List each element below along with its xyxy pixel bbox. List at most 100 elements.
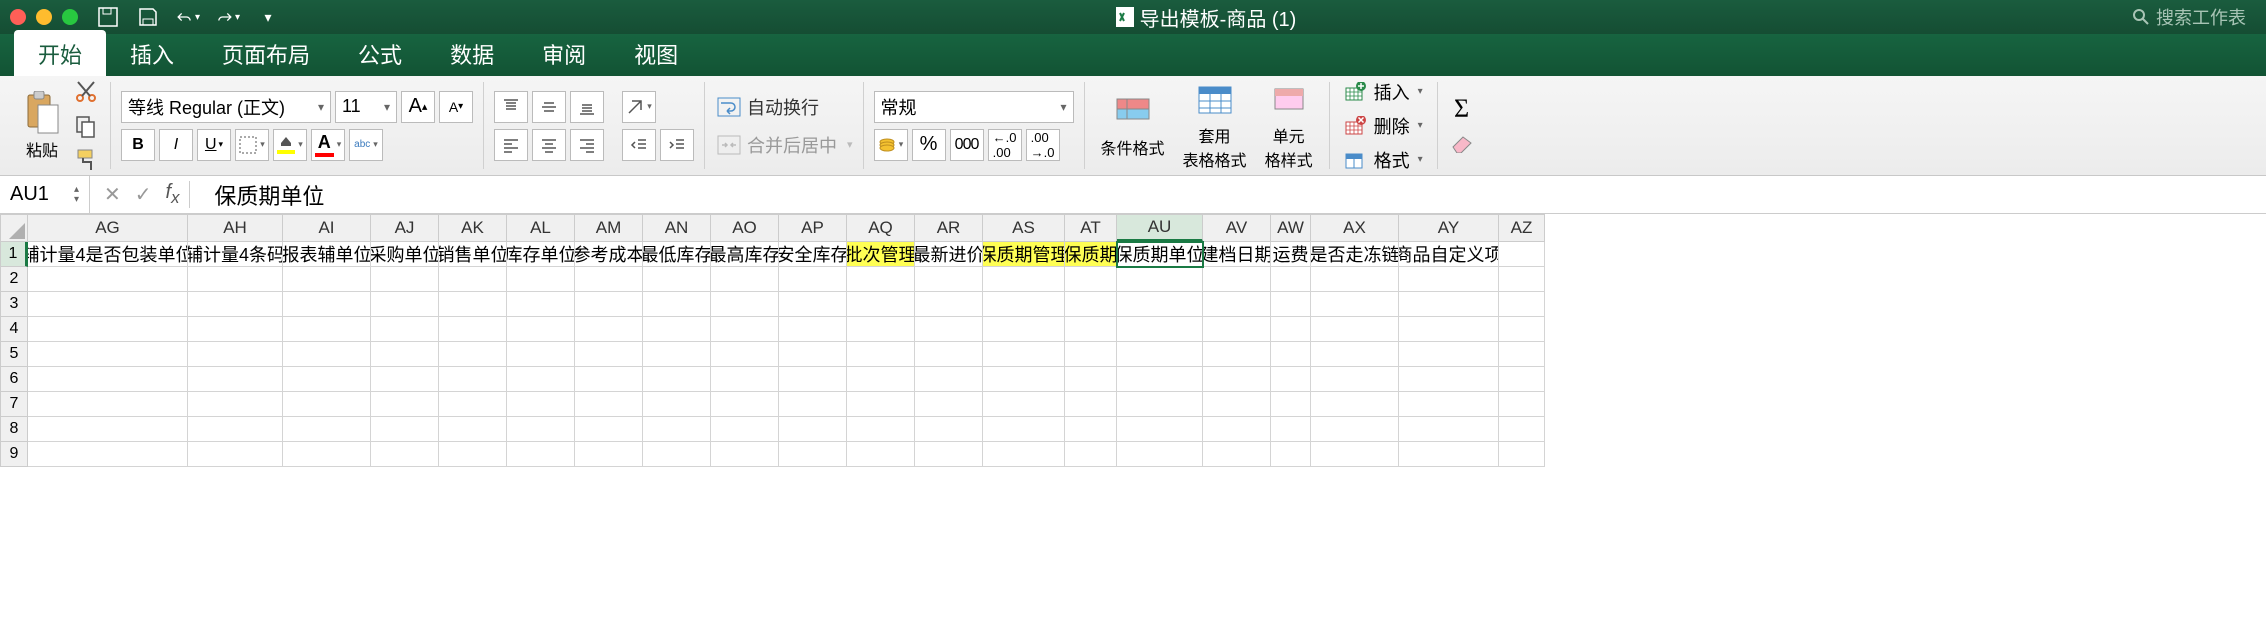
cell-AH7[interactable] [188,392,283,417]
cell-AT4[interactable] [1065,317,1117,342]
column-header-AZ[interactable]: AZ [1499,214,1545,242]
cell-AS3[interactable] [983,292,1065,317]
cell-AJ9[interactable] [371,442,439,467]
cell-AU8[interactable] [1117,417,1203,442]
cell-AG5[interactable] [28,342,188,367]
cell-AL9[interactable] [507,442,575,467]
cell-AS6[interactable] [983,367,1065,392]
cell-AZ9[interactable] [1499,442,1545,467]
cell-AG7[interactable] [28,392,188,417]
cell-AK2[interactable] [439,267,507,292]
row-header-6[interactable]: 6 [0,367,28,392]
cell-AJ2[interactable] [371,267,439,292]
cell-AR7[interactable] [915,392,983,417]
cell-AN4[interactable] [643,317,711,342]
tab-数据[interactable]: 数据 [426,30,518,76]
cell-AN9[interactable] [643,442,711,467]
cell-AV9[interactable] [1203,442,1271,467]
cell-AJ3[interactable] [371,292,439,317]
cell-AX8[interactable] [1311,417,1399,442]
cell-AY6[interactable] [1399,367,1499,392]
cell-AJ8[interactable] [371,417,439,442]
cell-AV8[interactable] [1203,417,1271,442]
cell-AW1[interactable]: 运费 [1271,242,1311,267]
cell-AR2[interactable] [915,267,983,292]
cell-AS9[interactable] [983,442,1065,467]
cell-AV3[interactable] [1203,292,1271,317]
cell-AU9[interactable] [1117,442,1203,467]
cell-AK9[interactable] [439,442,507,467]
decrease-indent-icon[interactable] [622,129,656,161]
cell-AV4[interactable] [1203,317,1271,342]
eraser-icon[interactable] [1448,129,1476,157]
search-sheet[interactable]: 搜索工作表 [2132,4,2256,30]
cell-AW5[interactable] [1271,342,1311,367]
cell-AY8[interactable] [1399,417,1499,442]
cell-AI7[interactable] [283,392,371,417]
cell-AI1[interactable]: 报表辅单位 [283,242,371,267]
insert-cells-button[interactable]: 插入▾ [1340,77,1427,107]
cell-AO9[interactable] [711,442,779,467]
column-header-AW[interactable]: AW [1271,214,1311,242]
increase-decimal-icon[interactable]: ←.0.00 [988,129,1022,161]
cell-AK1[interactable]: 销售单位 [439,242,507,267]
cell-AN5[interactable] [643,342,711,367]
cancel-formula-icon[interactable]: ✕ [104,182,121,207]
cell-AO3[interactable] [711,292,779,317]
cell-AN8[interactable] [643,417,711,442]
delete-cells-button[interactable]: 删除▾ [1340,111,1427,141]
cell-AW8[interactable] [1271,417,1311,442]
orientation-icon[interactable] [622,91,656,123]
row-header-9[interactable]: 9 [0,442,28,467]
cell-AH8[interactable] [188,417,283,442]
cell-AI8[interactable] [283,417,371,442]
cell-AJ4[interactable] [371,317,439,342]
cell-AT2[interactable] [1065,267,1117,292]
cell-AG4[interactable] [28,317,188,342]
cell-AN7[interactable] [643,392,711,417]
row-header-8[interactable]: 8 [0,417,28,442]
cell-AS5[interactable] [983,342,1065,367]
cell-AX6[interactable] [1311,367,1399,392]
cell-AM6[interactable] [575,367,643,392]
format-painter-icon[interactable] [72,146,100,174]
accept-formula-icon[interactable]: ✓ [135,182,152,207]
cell-AK7[interactable] [439,392,507,417]
cell-AQ3[interactable] [847,292,915,317]
tab-视图[interactable]: 视图 [610,30,702,76]
tab-页面布局[interactable]: 页面布局 [198,30,334,76]
cell-AR1[interactable]: 最新进价 [915,242,983,267]
comma-button[interactable]: 000 [950,129,984,161]
wrap-text-button[interactable]: 自动换行 [715,93,853,121]
cell-AL6[interactable] [507,367,575,392]
cell-AJ6[interactable] [371,367,439,392]
cell-AJ1[interactable]: 采购单位 [371,242,439,267]
save-icon[interactable] [136,5,160,29]
fill-color-button[interactable] [273,129,307,161]
cell-AP2[interactable] [779,267,847,292]
cell-AV7[interactable] [1203,392,1271,417]
cell-AP8[interactable] [779,417,847,442]
cell-AP7[interactable] [779,392,847,417]
cell-AU7[interactable] [1117,392,1203,417]
cell-AX9[interactable] [1311,442,1399,467]
cell-AZ8[interactable] [1499,417,1545,442]
italic-button[interactable]: I [159,129,193,161]
cell-AZ2[interactable] [1499,267,1545,292]
cell-AI9[interactable] [283,442,371,467]
cell-AP3[interactable] [779,292,847,317]
column-header-AT[interactable]: AT [1065,214,1117,242]
cell-AR9[interactable] [915,442,983,467]
border-button[interactable] [235,129,269,161]
merge-center-button[interactable]: 合并后居中 ▾ [715,131,853,159]
column-header-AG[interactable]: AG [28,214,188,242]
cell-AV1[interactable]: 建档日期 [1203,242,1271,267]
cell-AX3[interactable] [1311,292,1399,317]
cell-AY7[interactable] [1399,392,1499,417]
column-header-AJ[interactable]: AJ [371,214,439,242]
decrease-font-icon[interactable]: A▾ [439,91,473,123]
cell-AH2[interactable] [188,267,283,292]
cell-AX1[interactable]: 是否走冻链 [1311,242,1399,267]
cell-AJ7[interactable] [371,392,439,417]
fx-icon[interactable]: fx [166,181,191,208]
